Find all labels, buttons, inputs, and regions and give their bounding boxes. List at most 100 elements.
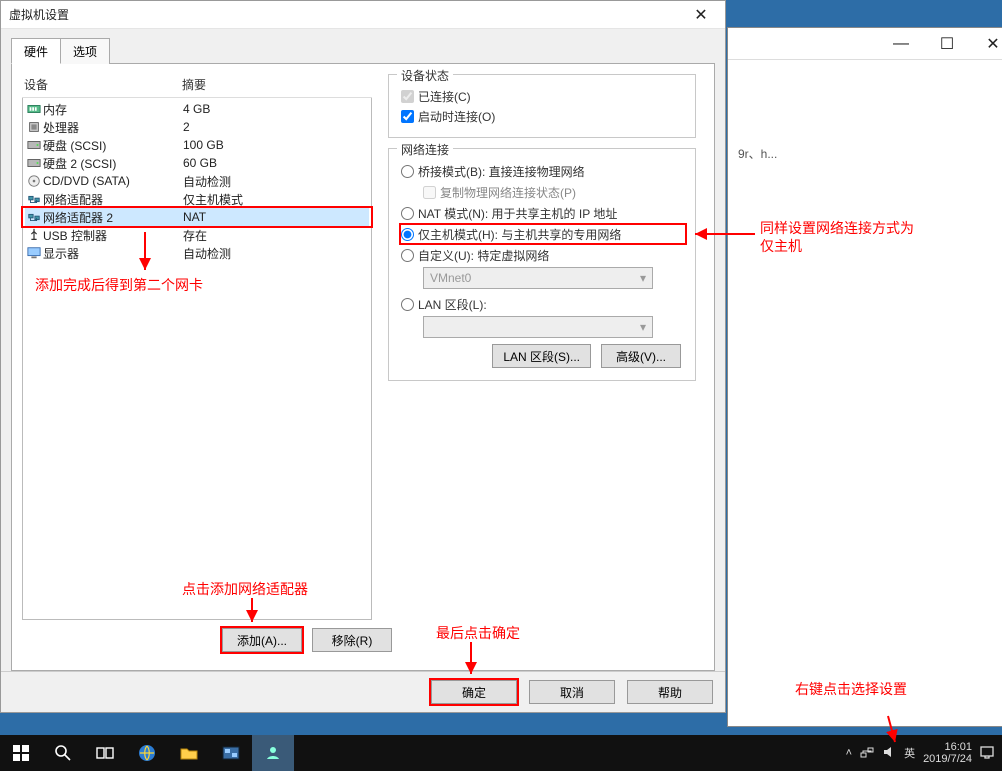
advanced-button[interactable]: 高级(V)... bbox=[601, 344, 681, 368]
hw-summary: 4 GB bbox=[183, 102, 369, 116]
disk-icon bbox=[25, 156, 43, 170]
hw-summary: 60 GB bbox=[183, 156, 369, 170]
display-icon bbox=[25, 246, 43, 260]
minimize-button[interactable]: — bbox=[878, 28, 924, 60]
hw-summary: 存在 bbox=[183, 227, 369, 244]
vmware-icon[interactable] bbox=[210, 735, 252, 771]
taskbar: ˄ 英 16:01 2019/7/24 bbox=[0, 735, 1002, 771]
hw-name: 处理器 bbox=[43, 119, 183, 136]
hw-name: 网络适配器 bbox=[43, 191, 183, 208]
device-state-legend: 设备状态 bbox=[397, 67, 453, 84]
hostonly-input[interactable] bbox=[401, 228, 414, 241]
chevron-down-icon: ▾ bbox=[640, 320, 646, 334]
close-button[interactable]: ✕ bbox=[970, 28, 1002, 60]
explorer-icon[interactable] bbox=[168, 735, 210, 771]
hw-name: 内存 bbox=[43, 101, 183, 118]
task-view-icon[interactable] bbox=[84, 735, 126, 771]
tray-datetime[interactable]: 16:01 2019/7/24 bbox=[923, 741, 972, 765]
nat-label: NAT 模式(N): 用于共享主机的 IP 地址 bbox=[418, 205, 617, 222]
tab-options[interactable]: 选项 bbox=[60, 38, 110, 64]
start-button[interactable] bbox=[0, 735, 42, 771]
hw-summary: 仅主机模式 bbox=[183, 191, 369, 208]
bridged-radio[interactable]: 桥接模式(B): 直接连接物理网络 bbox=[401, 162, 685, 180]
vm-settings-dialog: 虚拟机设置 ✕ 硬件 选项 设备 摘要 内存 bbox=[0, 0, 726, 713]
tray-ime[interactable]: 英 bbox=[904, 745, 915, 761]
hw-summary: 100 GB bbox=[183, 138, 369, 152]
tab-hardware[interactable]: 硬件 bbox=[11, 38, 61, 64]
hw-row-cd[interactable]: CD/DVD (SATA) 自动检测 bbox=[25, 172, 369, 190]
tray-time: 16:01 bbox=[923, 741, 972, 753]
search-icon[interactable] bbox=[42, 735, 84, 771]
dialog-titlebar: 虚拟机设置 ✕ bbox=[1, 1, 725, 29]
hw-row-net2[interactable]: 网络适配器 2 NAT bbox=[25, 208, 369, 226]
hw-row-memory[interactable]: 内存 4 GB bbox=[25, 100, 369, 118]
dialog-title: 虚拟机设置 bbox=[9, 6, 69, 23]
hw-row-disk1[interactable]: 硬盘 (SCSI) 100 GB bbox=[25, 136, 369, 154]
background-window: — ☐ ✕ 9r、h... bbox=[727, 27, 1002, 727]
hw-summary: NAT bbox=[183, 210, 369, 224]
connected-label: 已连接(C) bbox=[418, 88, 471, 105]
lan-segments-button[interactable]: LAN 区段(S)... bbox=[492, 344, 591, 368]
col-summary: 摘要 bbox=[182, 76, 372, 93]
connect-at-poweron-label: 启动时连接(O) bbox=[418, 108, 495, 125]
lan-segment-radio[interactable]: LAN 区段(L): bbox=[401, 295, 685, 313]
hw-row-display[interactable]: 显示器 自动检测 bbox=[25, 244, 369, 262]
bridged-input[interactable] bbox=[401, 165, 414, 178]
tray-network-icon[interactable] bbox=[860, 745, 874, 762]
nat-input[interactable] bbox=[401, 207, 414, 220]
network-connection-group: 网络连接 桥接模式(B): 直接连接物理网络 复制物理网络连接状态(P) NAT… bbox=[388, 148, 696, 381]
hostonly-label: 仅主机模式(H): 与主机共享的专用网络 bbox=[418, 226, 621, 243]
hostonly-radio[interactable]: 仅主机模式(H): 与主机共享的专用网络 bbox=[401, 225, 685, 243]
hw-row-usb[interactable]: USB 控制器 存在 bbox=[25, 226, 369, 244]
maximize-button[interactable]: ☐ bbox=[924, 28, 970, 60]
col-device: 设备 bbox=[22, 76, 182, 93]
app-icon[interactable] bbox=[252, 735, 294, 771]
tray-date: 2019/7/24 bbox=[923, 753, 972, 765]
tray-notifications-icon[interactable] bbox=[980, 745, 994, 762]
cd-icon bbox=[25, 174, 43, 188]
lan-segment-label: LAN 区段(L): bbox=[418, 296, 487, 313]
net-icon bbox=[25, 192, 43, 206]
replicate-label: 复制物理网络连接状态(P) bbox=[440, 184, 576, 201]
memory-icon bbox=[25, 102, 43, 116]
add-hardware-button[interactable]: 添加(A)... bbox=[222, 628, 302, 652]
replicate-checkbox: 复制物理网络连接状态(P) bbox=[423, 183, 685, 201]
custom-input[interactable] bbox=[401, 249, 414, 262]
custom-radio[interactable]: 自定义(U): 特定虚拟网络 bbox=[401, 246, 685, 264]
hw-row-net1[interactable]: 网络适配器 仅主机模式 bbox=[25, 190, 369, 208]
hw-name: 网络适配器 2 bbox=[43, 209, 183, 226]
connected-checkbox[interactable]: 已连接(C) bbox=[401, 87, 685, 105]
hw-summary: 自动检测 bbox=[183, 173, 369, 190]
chevron-down-icon: ▾ bbox=[640, 271, 646, 285]
hw-name: 硬盘 (SCSI) bbox=[43, 137, 183, 154]
device-state-group: 设备状态 已连接(C) 启动时连接(O) bbox=[388, 74, 696, 138]
connect-at-poweron-input[interactable] bbox=[401, 110, 414, 123]
connect-at-poweron-checkbox[interactable]: 启动时连接(O) bbox=[401, 107, 685, 125]
lan-segment-select: ▾ bbox=[423, 316, 653, 338]
hw-name: CD/DVD (SATA) bbox=[43, 174, 183, 188]
custom-vmnet-select: VMnet0 ▾ bbox=[423, 267, 653, 289]
disk-icon bbox=[25, 138, 43, 152]
connected-input bbox=[401, 90, 414, 103]
usb-icon bbox=[25, 228, 43, 242]
lan-segment-input[interactable] bbox=[401, 298, 414, 311]
hw-row-cpu[interactable]: 处理器 2 bbox=[25, 118, 369, 136]
help-button[interactable]: 帮助 bbox=[627, 680, 713, 704]
tray-volume-icon[interactable] bbox=[882, 745, 896, 762]
ok-button[interactable]: 确定 bbox=[431, 680, 517, 704]
hw-name: USB 控制器 bbox=[43, 227, 183, 244]
cancel-button[interactable]: 取消 bbox=[529, 680, 615, 704]
dialog-close-button[interactable]: ✕ bbox=[681, 3, 721, 27]
dialog-footer: 确定 取消 帮助 bbox=[1, 671, 725, 712]
hw-name: 显示器 bbox=[43, 245, 183, 262]
custom-vmnet-value: VMnet0 bbox=[430, 271, 471, 285]
bg-window-text: 9r、h... bbox=[738, 145, 1002, 162]
replicate-input bbox=[423, 186, 436, 199]
tray-up-icon[interactable]: ˄ bbox=[846, 747, 852, 759]
nat-radio[interactable]: NAT 模式(N): 用于共享主机的 IP 地址 bbox=[401, 204, 685, 222]
hw-row-disk2[interactable]: 硬盘 2 (SCSI) 60 GB bbox=[25, 154, 369, 172]
bg-window-titlebar: — ☐ ✕ bbox=[728, 28, 1002, 60]
hardware-list: 设备 摘要 内存 4 GB 处理器 2 bbox=[22, 74, 372, 660]
ie-icon[interactable] bbox=[126, 735, 168, 771]
bridged-label: 桥接模式(B): 直接连接物理网络 bbox=[418, 163, 585, 180]
